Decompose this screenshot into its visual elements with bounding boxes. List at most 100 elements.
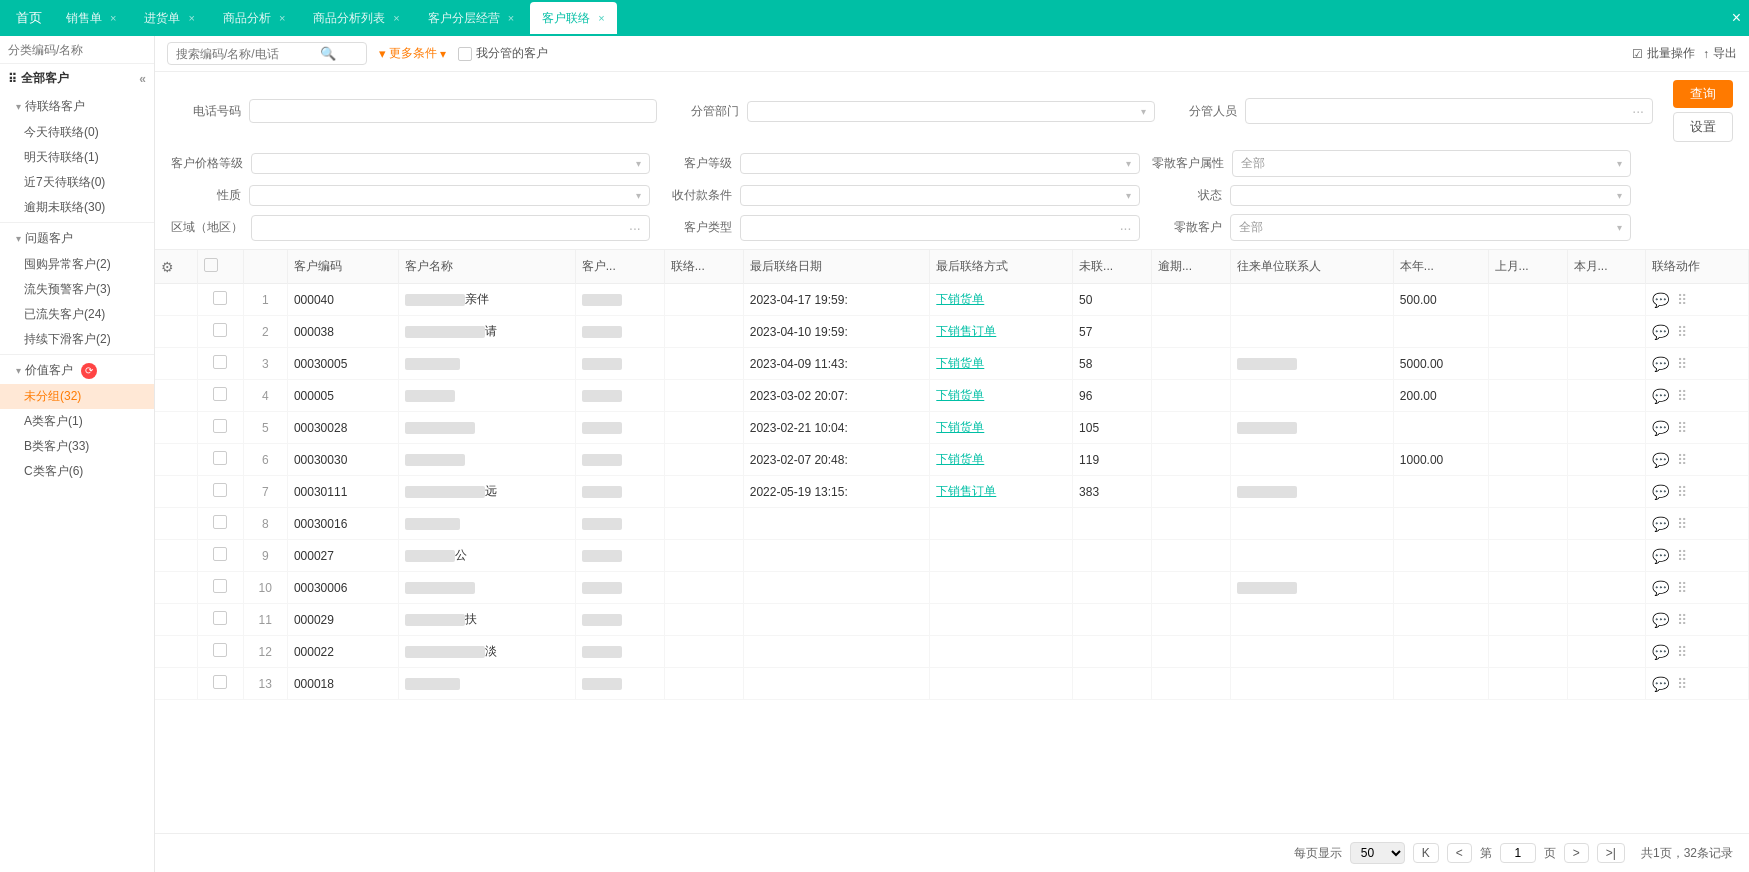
settings-icon[interactable]: ⚙ [161, 259, 174, 275]
close-customer-contact-tab[interactable]: × [598, 12, 604, 24]
all-customers-header[interactable]: ⠿ 全部客户 « [0, 64, 154, 93]
contact-icon[interactable]: 💬 [1652, 516, 1669, 532]
close-sales-tab[interactable]: × [110, 12, 116, 24]
th-unit-contact[interactable]: 往来单位联系人 [1230, 250, 1393, 284]
nav-tab-purchase[interactable]: 进货单 × [132, 2, 206, 34]
nav-tab-product-analysis[interactable]: 商品分析 × [211, 2, 297, 34]
last-contact-way-link[interactable]: 下销货单 [936, 292, 984, 306]
sidebar-item-class-b[interactable]: B类客户(33) [0, 434, 154, 459]
row-checkbox[interactable] [213, 643, 227, 657]
sidebar-item-ungrouped[interactable]: 未分组(32) [0, 384, 154, 409]
more-action-icon[interactable]: ⠿ [1677, 644, 1687, 660]
td-check[interactable] [198, 636, 243, 668]
page-number-input[interactable] [1500, 843, 1536, 863]
close-product-analysis-tab[interactable]: × [279, 12, 285, 24]
row-checkbox[interactable] [213, 483, 227, 497]
row-checkbox[interactable] [213, 323, 227, 337]
contact-icon[interactable]: 💬 [1652, 388, 1669, 404]
nav-home[interactable]: 首页 [8, 5, 50, 31]
prev-page-btn[interactable]: < [1447, 843, 1472, 863]
more-action-icon[interactable]: ⠿ [1677, 420, 1687, 436]
td-check[interactable] [198, 380, 243, 412]
pending-contact-group[interactable]: ▾ 待联络客户 [0, 93, 154, 120]
row-checkbox[interactable] [213, 291, 227, 305]
th-code[interactable]: 客户编码 [287, 250, 399, 284]
first-page-btn[interactable]: K [1413, 843, 1439, 863]
contact-icon[interactable]: 💬 [1652, 292, 1669, 308]
td-check[interactable] [198, 412, 243, 444]
last-contact-way-link[interactable]: 下销货单 [936, 452, 984, 466]
more-action-icon[interactable]: ⠿ [1677, 356, 1687, 372]
customer-level-select[interactable]: ▾ [740, 153, 1141, 174]
close-purchase-tab[interactable]: × [188, 12, 194, 24]
last-contact-way-link[interactable]: 下销货单 [936, 420, 984, 434]
td-check[interactable] [198, 284, 243, 316]
th-check[interactable] [198, 250, 243, 284]
contact-icon[interactable]: 💬 [1652, 452, 1669, 468]
td-check[interactable] [198, 316, 243, 348]
more-conditions-btn[interactable]: ▾ 更多条件 ▾ [379, 45, 446, 62]
th-last-contact-date[interactable]: 最后联络日期 [743, 250, 930, 284]
search-icon[interactable]: 🔍 [320, 46, 336, 61]
last-contact-way-link[interactable]: 下销货单 [936, 356, 984, 370]
row-checkbox[interactable] [213, 387, 227, 401]
more-action-icon[interactable]: ⠿ [1677, 484, 1687, 500]
export-btn[interactable]: ↑ 导出 [1703, 45, 1737, 62]
th-this-year[interactable]: 本年... [1393, 250, 1488, 284]
nav-tab-customer-contact[interactable]: 客户联络 × [530, 2, 616, 34]
select-all-checkbox[interactable] [204, 258, 218, 272]
sidebar-item-churn-warning[interactable]: 流失预警客户(3) [0, 277, 154, 302]
sidebar-item-churned[interactable]: 已流失客户(24) [0, 302, 154, 327]
sidebar-item-7day-pending[interactable]: 近7天待联络(0) [0, 170, 154, 195]
my-customers-check[interactable] [458, 47, 472, 61]
th-overdue[interactable]: 逾期... [1152, 250, 1231, 284]
price-level-select[interactable]: ▾ [251, 153, 650, 174]
more-action-icon[interactable]: ⠿ [1677, 676, 1687, 692]
close-product-list-tab[interactable]: × [393, 12, 399, 24]
sidebar-item-tomorrow-pending[interactable]: 明天待联络(1) [0, 145, 154, 170]
th-type[interactable]: 客户... [575, 250, 664, 284]
row-checkbox[interactable] [213, 355, 227, 369]
batch-operation-btn[interactable]: ☑ 批量操作 [1632, 45, 1695, 62]
category-search-input[interactable] [8, 43, 155, 57]
last-contact-way-link[interactable]: 下销货单 [936, 388, 984, 402]
more-action-icon[interactable]: ⠿ [1677, 452, 1687, 468]
td-check[interactable] [198, 444, 243, 476]
contact-icon[interactable]: 💬 [1652, 612, 1669, 628]
last-contact-way-link[interactable]: 下销售订单 [936, 324, 996, 338]
th-settings[interactable]: ⚙ [155, 250, 198, 284]
nav-tab-sales[interactable]: 销售单 × [54, 2, 128, 34]
reset-button[interactable]: 设置 [1673, 112, 1733, 142]
problem-customers-group[interactable]: ▾ 问题客户 [0, 225, 154, 252]
row-checkbox[interactable] [213, 675, 227, 689]
collapse-sidebar-btn[interactable]: « [139, 72, 146, 86]
more-action-icon[interactable]: ⠿ [1677, 612, 1687, 628]
last-page-btn[interactable]: >| [1597, 843, 1625, 863]
row-checkbox[interactable] [213, 515, 227, 529]
phone-input[interactable] [249, 99, 657, 123]
value-customers-group[interactable]: ▾ 价值客户 ⟳ [0, 357, 154, 384]
sidebar-item-class-c[interactable]: C类客户(6) [0, 459, 154, 484]
nature-select[interactable]: ▾ [249, 185, 650, 206]
close-customer-layering-tab[interactable]: × [508, 12, 514, 24]
query-button[interactable]: 查询 [1673, 80, 1733, 108]
row-checkbox[interactable] [213, 547, 227, 561]
td-check[interactable] [198, 604, 243, 636]
th-name[interactable]: 客户名称 [399, 250, 575, 284]
td-check[interactable] [198, 508, 243, 540]
contact-icon[interactable]: 💬 [1652, 644, 1669, 660]
th-contact[interactable]: 联络... [664, 250, 743, 284]
close-window-btn[interactable]: × [1732, 9, 1741, 27]
row-checkbox[interactable] [213, 451, 227, 465]
last-contact-way-link[interactable]: 下销售订单 [936, 484, 996, 498]
contact-icon[interactable]: 💬 [1652, 580, 1669, 596]
payment-select[interactable]: ▾ [740, 185, 1141, 206]
contact-icon[interactable]: 💬 [1652, 484, 1669, 500]
next-page-btn[interactable]: > [1564, 843, 1589, 863]
more-action-icon[interactable]: ⠿ [1677, 516, 1687, 532]
row-checkbox[interactable] [213, 419, 227, 433]
customer-type-dots-btn[interactable]: ··· [1120, 220, 1132, 236]
contact-icon[interactable]: 💬 [1652, 676, 1669, 692]
contact-icon[interactable]: 💬 [1652, 356, 1669, 372]
region-dots-btn[interactable]: ··· [629, 220, 641, 236]
